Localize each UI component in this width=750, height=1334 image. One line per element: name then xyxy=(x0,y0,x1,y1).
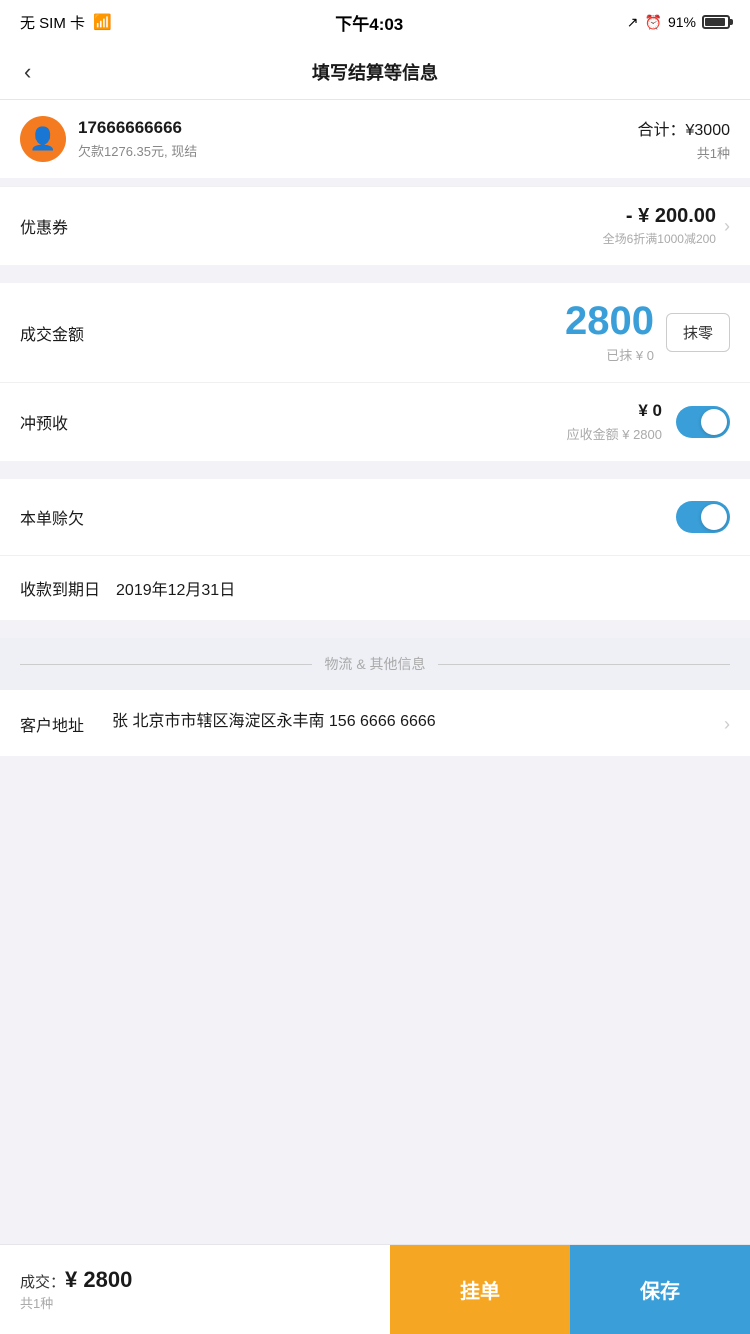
deal-section: 成交金额 2800 已抹 ¥ 0 抹零 冲预收 ¥ 0 应收金额 ¥ 2800 xyxy=(0,283,750,461)
deal-sub: 已抹 ¥ 0 xyxy=(565,345,654,364)
logistics-line-left xyxy=(20,664,312,665)
status-right: ↗ ⏰ 91% xyxy=(627,14,730,31)
prepay-label: 冲预收 xyxy=(20,410,100,434)
battery-label: 91% xyxy=(668,14,696,30)
time-label: 下午4:03 xyxy=(335,10,403,35)
coupon-info: - ¥ 200.00 全场6折满1000减200 xyxy=(603,205,716,247)
wifi-icon: 📶 xyxy=(93,13,112,31)
logistics-line-right xyxy=(438,664,730,665)
section-divider-2 xyxy=(0,469,750,479)
logistics-section-label: 物流 & 其他信息 xyxy=(0,638,750,690)
prepay-value-block: ¥ 0 应收金额 ¥ 2800 xyxy=(567,401,662,443)
back-button[interactable]: ‹ xyxy=(16,51,39,93)
deal-amount-block: 2800 已抹 ¥ 0 xyxy=(565,301,654,364)
alarm-icon: ⏰ xyxy=(645,14,662,31)
deal-value-block: 2800 已抹 ¥ 0 抹零 xyxy=(100,301,730,364)
deal-row: 成交金额 2800 已抹 ¥ 0 抹零 xyxy=(0,283,750,383)
location-icon: ↗ xyxy=(627,14,639,31)
gray-area xyxy=(0,756,750,906)
iou-row: 本单赊欠 xyxy=(0,479,750,555)
due-date-value: 2019年12月31日 xyxy=(116,576,235,600)
bottom-bar: 成交：¥ 2800 共1种 挂单 保存 xyxy=(0,1244,750,1334)
address-chevron-icon: › xyxy=(724,714,730,735)
prepay-row: 冲预收 ¥ 0 应收金额 ¥ 2800 xyxy=(0,383,750,461)
coupon-amount: - ¥ 200.00 xyxy=(603,205,716,228)
battery-icon xyxy=(702,15,730,29)
bottom-info: 成交：¥ 2800 共1种 xyxy=(0,1267,390,1312)
bottom-deal-label: 成交：¥ 2800 xyxy=(20,1267,370,1293)
prepay-sub: 应收金额 ¥ 2800 xyxy=(567,424,662,443)
chevron-right-icon: › xyxy=(724,216,730,237)
deal-amount: 2800 xyxy=(565,301,654,341)
prepay-toggle[interactable] xyxy=(676,406,730,438)
section-divider-1 xyxy=(0,273,750,283)
customer-right: 合计：¥3000 共1种 xyxy=(637,116,730,162)
save-button[interactable]: 保存 xyxy=(570,1245,750,1334)
coupon-row[interactable]: 优惠券 - ¥ 200.00 全场6折满1000减200 › xyxy=(0,186,750,265)
logistics-label: 物流 & 其他信息 xyxy=(324,654,425,674)
due-date-label: 收款到期日 xyxy=(20,576,100,600)
prepay-right: ¥ 0 应收金额 ¥ 2800 xyxy=(567,401,730,443)
address-row[interactable]: 客户地址 张 北京市市辖区海淀区永丰南 156 6666 6666 › xyxy=(0,690,750,756)
bottom-deal-amount: ¥ 2800 xyxy=(65,1267,132,1292)
carrier-label: 无 SIM 卡 xyxy=(20,12,85,33)
toggle-knob xyxy=(701,409,727,435)
prepay-amount: ¥ 0 xyxy=(567,401,662,421)
bottom-count: 共1种 xyxy=(20,1293,370,1312)
avatar: 👤 xyxy=(20,116,66,162)
coupon-desc: 全场6折满1000减200 xyxy=(603,230,716,247)
iou-section: 本单赊欠 收款到期日 2019年12月31日 xyxy=(0,479,750,620)
round-zero-button[interactable]: 抹零 xyxy=(666,313,730,352)
pending-button[interactable]: 挂单 xyxy=(390,1245,570,1334)
deal-label: 成交金额 xyxy=(20,321,100,345)
customer-phone: 17666666666 xyxy=(78,118,197,138)
customer-card: 👤 17666666666 欠款1276.35元, 现结 合计：¥3000 共1… xyxy=(0,100,750,178)
coupon-right: - ¥ 200.00 全场6折满1000减200 › xyxy=(603,205,730,247)
coupon-label: 优惠券 xyxy=(20,214,68,238)
address-label: 客户地址 xyxy=(20,712,100,736)
status-bar: 无 SIM 卡 📶 下午4:03 ↗ ⏰ 91% xyxy=(0,0,750,44)
iou-toggle[interactable] xyxy=(676,501,730,533)
customer-total: 合计：¥3000 xyxy=(637,116,730,140)
nav-bar: ‹ 填写结算等信息 xyxy=(0,44,750,100)
iou-label: 本单赊欠 xyxy=(20,505,100,529)
customer-left: 👤 17666666666 欠款1276.35元, 现结 xyxy=(20,116,197,162)
iou-toggle-knob xyxy=(701,504,727,530)
address-value: 张 北京市市辖区海淀区永丰南 156 6666 6666 xyxy=(112,710,712,734)
page-title: 填写结算等信息 xyxy=(312,59,438,85)
customer-debt: 欠款1276.35元, 现结 xyxy=(78,141,197,160)
status-left: 无 SIM 卡 📶 xyxy=(20,12,112,33)
section-divider-3 xyxy=(0,628,750,638)
customer-info: 17666666666 欠款1276.35元, 现结 xyxy=(78,118,197,160)
content: 👤 17666666666 欠款1276.35元, 现结 合计：¥3000 共1… xyxy=(0,100,750,1006)
due-date-row: 收款到期日 2019年12月31日 xyxy=(0,555,750,620)
customer-count: 共1种 xyxy=(637,143,730,162)
